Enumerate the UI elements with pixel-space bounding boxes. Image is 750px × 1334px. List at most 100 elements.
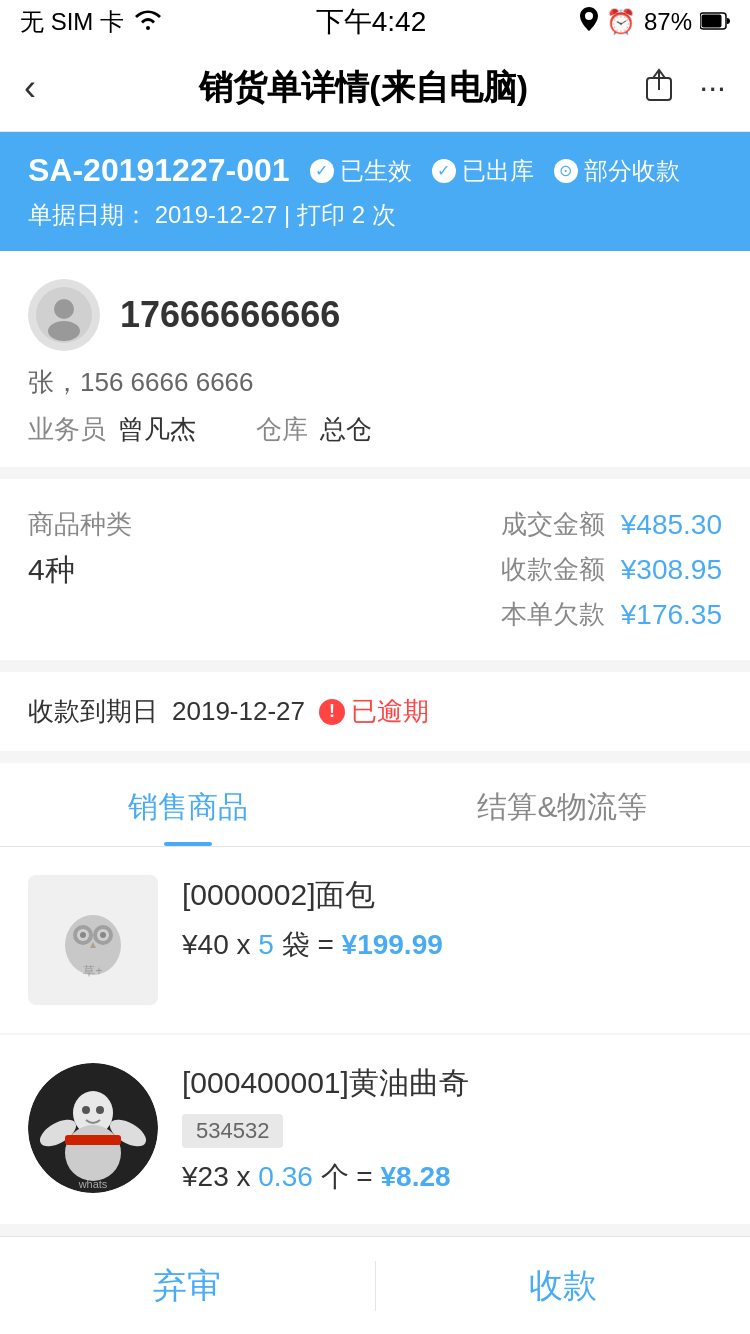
product-price-1: ¥40 x 5 袋 = ¥199.99 — [182, 926, 722, 964]
deal-amount-value: ¥485.30 — [621, 509, 722, 541]
battery-icon — [700, 8, 730, 36]
stats-right: 成交金额 ¥485.30 收款金额 ¥308.95 本单欠款 ¥176.35 — [501, 507, 722, 632]
product-thumb-1: 草+ — [28, 875, 158, 1005]
product-name-1: [0000002]面包 — [182, 875, 722, 916]
status-bar-time: 下午4:42 — [316, 3, 427, 41]
order-date: 2019-12-27 — [155, 201, 278, 228]
product-sku-2: 534532 — [182, 1114, 283, 1148]
svg-point-6 — [48, 321, 80, 341]
customer-name: 张，156 6666 6666 — [28, 365, 722, 400]
price-x-2: x — [237, 1161, 259, 1192]
qty-1: 5 — [258, 929, 274, 960]
due-date-value: 2019-12-27 — [172, 696, 305, 727]
more-icon[interactable]: ··· — [699, 69, 726, 106]
price-base-1: ¥40 — [182, 929, 229, 960]
date-label: 单据日期： — [28, 201, 148, 228]
owed-amount-value: ¥176.35 — [621, 599, 722, 631]
product-type-value: 4种 — [28, 550, 132, 591]
sim-indicator: 无 SIM 卡 — [20, 6, 124, 38]
overdue-icon: ! — [319, 699, 345, 725]
back-button[interactable]: ‹ — [24, 67, 84, 109]
warehouse-label: 仓库 — [256, 412, 308, 447]
product-price-2: ¥23 x 0.36 个 = ¥8.28 — [182, 1158, 722, 1196]
svg-rect-24 — [65, 1135, 121, 1145]
svg-text:whats: whats — [78, 1178, 108, 1190]
svg-point-14 — [100, 932, 106, 938]
alarm-icon: ⏰ — [606, 8, 636, 36]
avatar — [28, 279, 100, 351]
order-id: SA-20191227-001 — [28, 152, 290, 189]
svg-point-23 — [96, 1106, 104, 1114]
product-info-2: [000400001]黄油曲奇 534532 ¥23 x 0.36 个 = ¥8… — [182, 1063, 722, 1196]
equals-2: = — [356, 1161, 380, 1192]
customer-meta: 业务员 曾凡杰 仓库 总仓 — [28, 412, 722, 447]
check-icon-shipped: ✓ — [432, 159, 456, 183]
warehouse-info: 仓库 总仓 — [256, 412, 372, 447]
product-thumb-2: whats — [28, 1063, 158, 1193]
status-bar-left: 无 SIM 卡 — [20, 6, 162, 38]
tab-sales[interactable]: 销售商品 — [0, 763, 375, 846]
price-x-1: x — [237, 929, 259, 960]
price-base-2: ¥23 — [182, 1161, 229, 1192]
due-section: 收款到期日 2019-12-27 ! 已逾期 — [0, 672, 750, 751]
product-info-1: [0000002]面包 ¥40 x 5 袋 = ¥199.99 — [182, 875, 722, 964]
deal-amount-row: 成交金额 ¥485.30 — [501, 507, 722, 542]
overdue-label: 已逾期 — [351, 694, 429, 729]
staff-name: 曾凡杰 — [118, 412, 196, 447]
total-2: ¥8.28 — [380, 1161, 450, 1192]
confirm-button[interactable]: 收款 — [376, 1237, 751, 1334]
owed-amount-row: 本单欠款 ¥176.35 — [501, 597, 722, 632]
deal-amount-label: 成交金额 — [501, 507, 605, 542]
print-info: | 打印 2 次 — [284, 201, 396, 228]
product-card-1: 草+ [0000002]面包 ¥40 x 5 袋 = ¥199.99 — [0, 847, 750, 1033]
overdue-badge: ! 已逾期 — [319, 694, 429, 729]
product-card-2: whats [000400001]黄油曲奇 534532 ¥23 x 0.36 … — [0, 1035, 750, 1224]
cancel-button[interactable]: 弃审 — [0, 1237, 375, 1334]
tabs-section: 销售商品 结算&物流等 — [0, 763, 750, 847]
location-icon — [580, 7, 598, 37]
received-amount-value: ¥308.95 — [621, 554, 722, 586]
svg-point-5 — [54, 299, 74, 319]
check-icon-active: ✓ — [310, 159, 334, 183]
product-type-label: 商品种类 — [28, 507, 132, 542]
customer-row: 17666666666 — [28, 279, 722, 351]
stats-section: 商品种类 4种 成交金额 ¥485.30 收款金额 ¥308.95 本单欠款 ¥… — [0, 479, 750, 660]
customer-phone: 17666666666 — [120, 294, 340, 336]
header-band-row1: SA-20191227-001 ✓ 已生效 ✓ 已出库 ⊙ 部分收款 — [28, 152, 722, 189]
status-bar-right: ⏰ 87% — [580, 7, 730, 37]
nav-bar: ‹ 销货单详情(来自电脑) ··· — [0, 44, 750, 132]
tab-settlement[interactable]: 结算&物流等 — [375, 763, 750, 846]
unit-1: 袋 — [282, 929, 310, 960]
svg-rect-1 — [702, 15, 722, 28]
due-date-label: 收款到期日 — [28, 694, 158, 729]
badge-active: ✓ 已生效 — [310, 155, 412, 187]
clock-icon: ⊙ — [554, 159, 578, 183]
total-1: ¥199.99 — [342, 929, 443, 960]
svg-text:草+: 草+ — [83, 964, 102, 978]
wifi-icon — [134, 8, 162, 36]
header-band-date-row: 单据日期： 2019-12-27 | 打印 2 次 — [28, 199, 722, 231]
received-amount-label: 收款金额 — [501, 552, 605, 587]
bottom-bar: 弃审 收款 — [0, 1236, 750, 1334]
header-band: SA-20191227-001 ✓ 已生效 ✓ 已出库 ⊙ 部分收款 单据日期：… — [0, 132, 750, 251]
svg-point-19 — [65, 1125, 121, 1181]
equals-1: = — [317, 929, 341, 960]
svg-point-13 — [80, 932, 86, 938]
product-name-2: [000400001]黄油曲奇 — [182, 1063, 722, 1104]
share-icon[interactable] — [643, 66, 675, 110]
received-amount-row: 收款金额 ¥308.95 — [501, 552, 722, 587]
unit-2: 个 — [321, 1161, 349, 1192]
battery-level: 87% — [644, 8, 692, 36]
staff-label: 业务员 — [28, 412, 106, 447]
customer-section: 17666666666 张，156 6666 6666 业务员 曾凡杰 仓库 总… — [0, 251, 750, 467]
nav-actions: ··· — [643, 66, 726, 110]
staff-info: 业务员 曾凡杰 — [28, 412, 196, 447]
owed-amount-label: 本单欠款 — [501, 597, 605, 632]
stats-left: 商品种类 4种 — [28, 507, 132, 591]
products-section: 草+ [0000002]面包 ¥40 x 5 袋 = ¥199.99 — [0, 847, 750, 1224]
badge-shipped: ✓ 已出库 — [432, 155, 534, 187]
svg-point-22 — [82, 1106, 90, 1114]
page-title: 销货单详情(来自电脑) — [199, 65, 528, 111]
warehouse-name: 总仓 — [320, 412, 372, 447]
status-bar: 无 SIM 卡 下午4:42 ⏰ 87% — [0, 0, 750, 44]
